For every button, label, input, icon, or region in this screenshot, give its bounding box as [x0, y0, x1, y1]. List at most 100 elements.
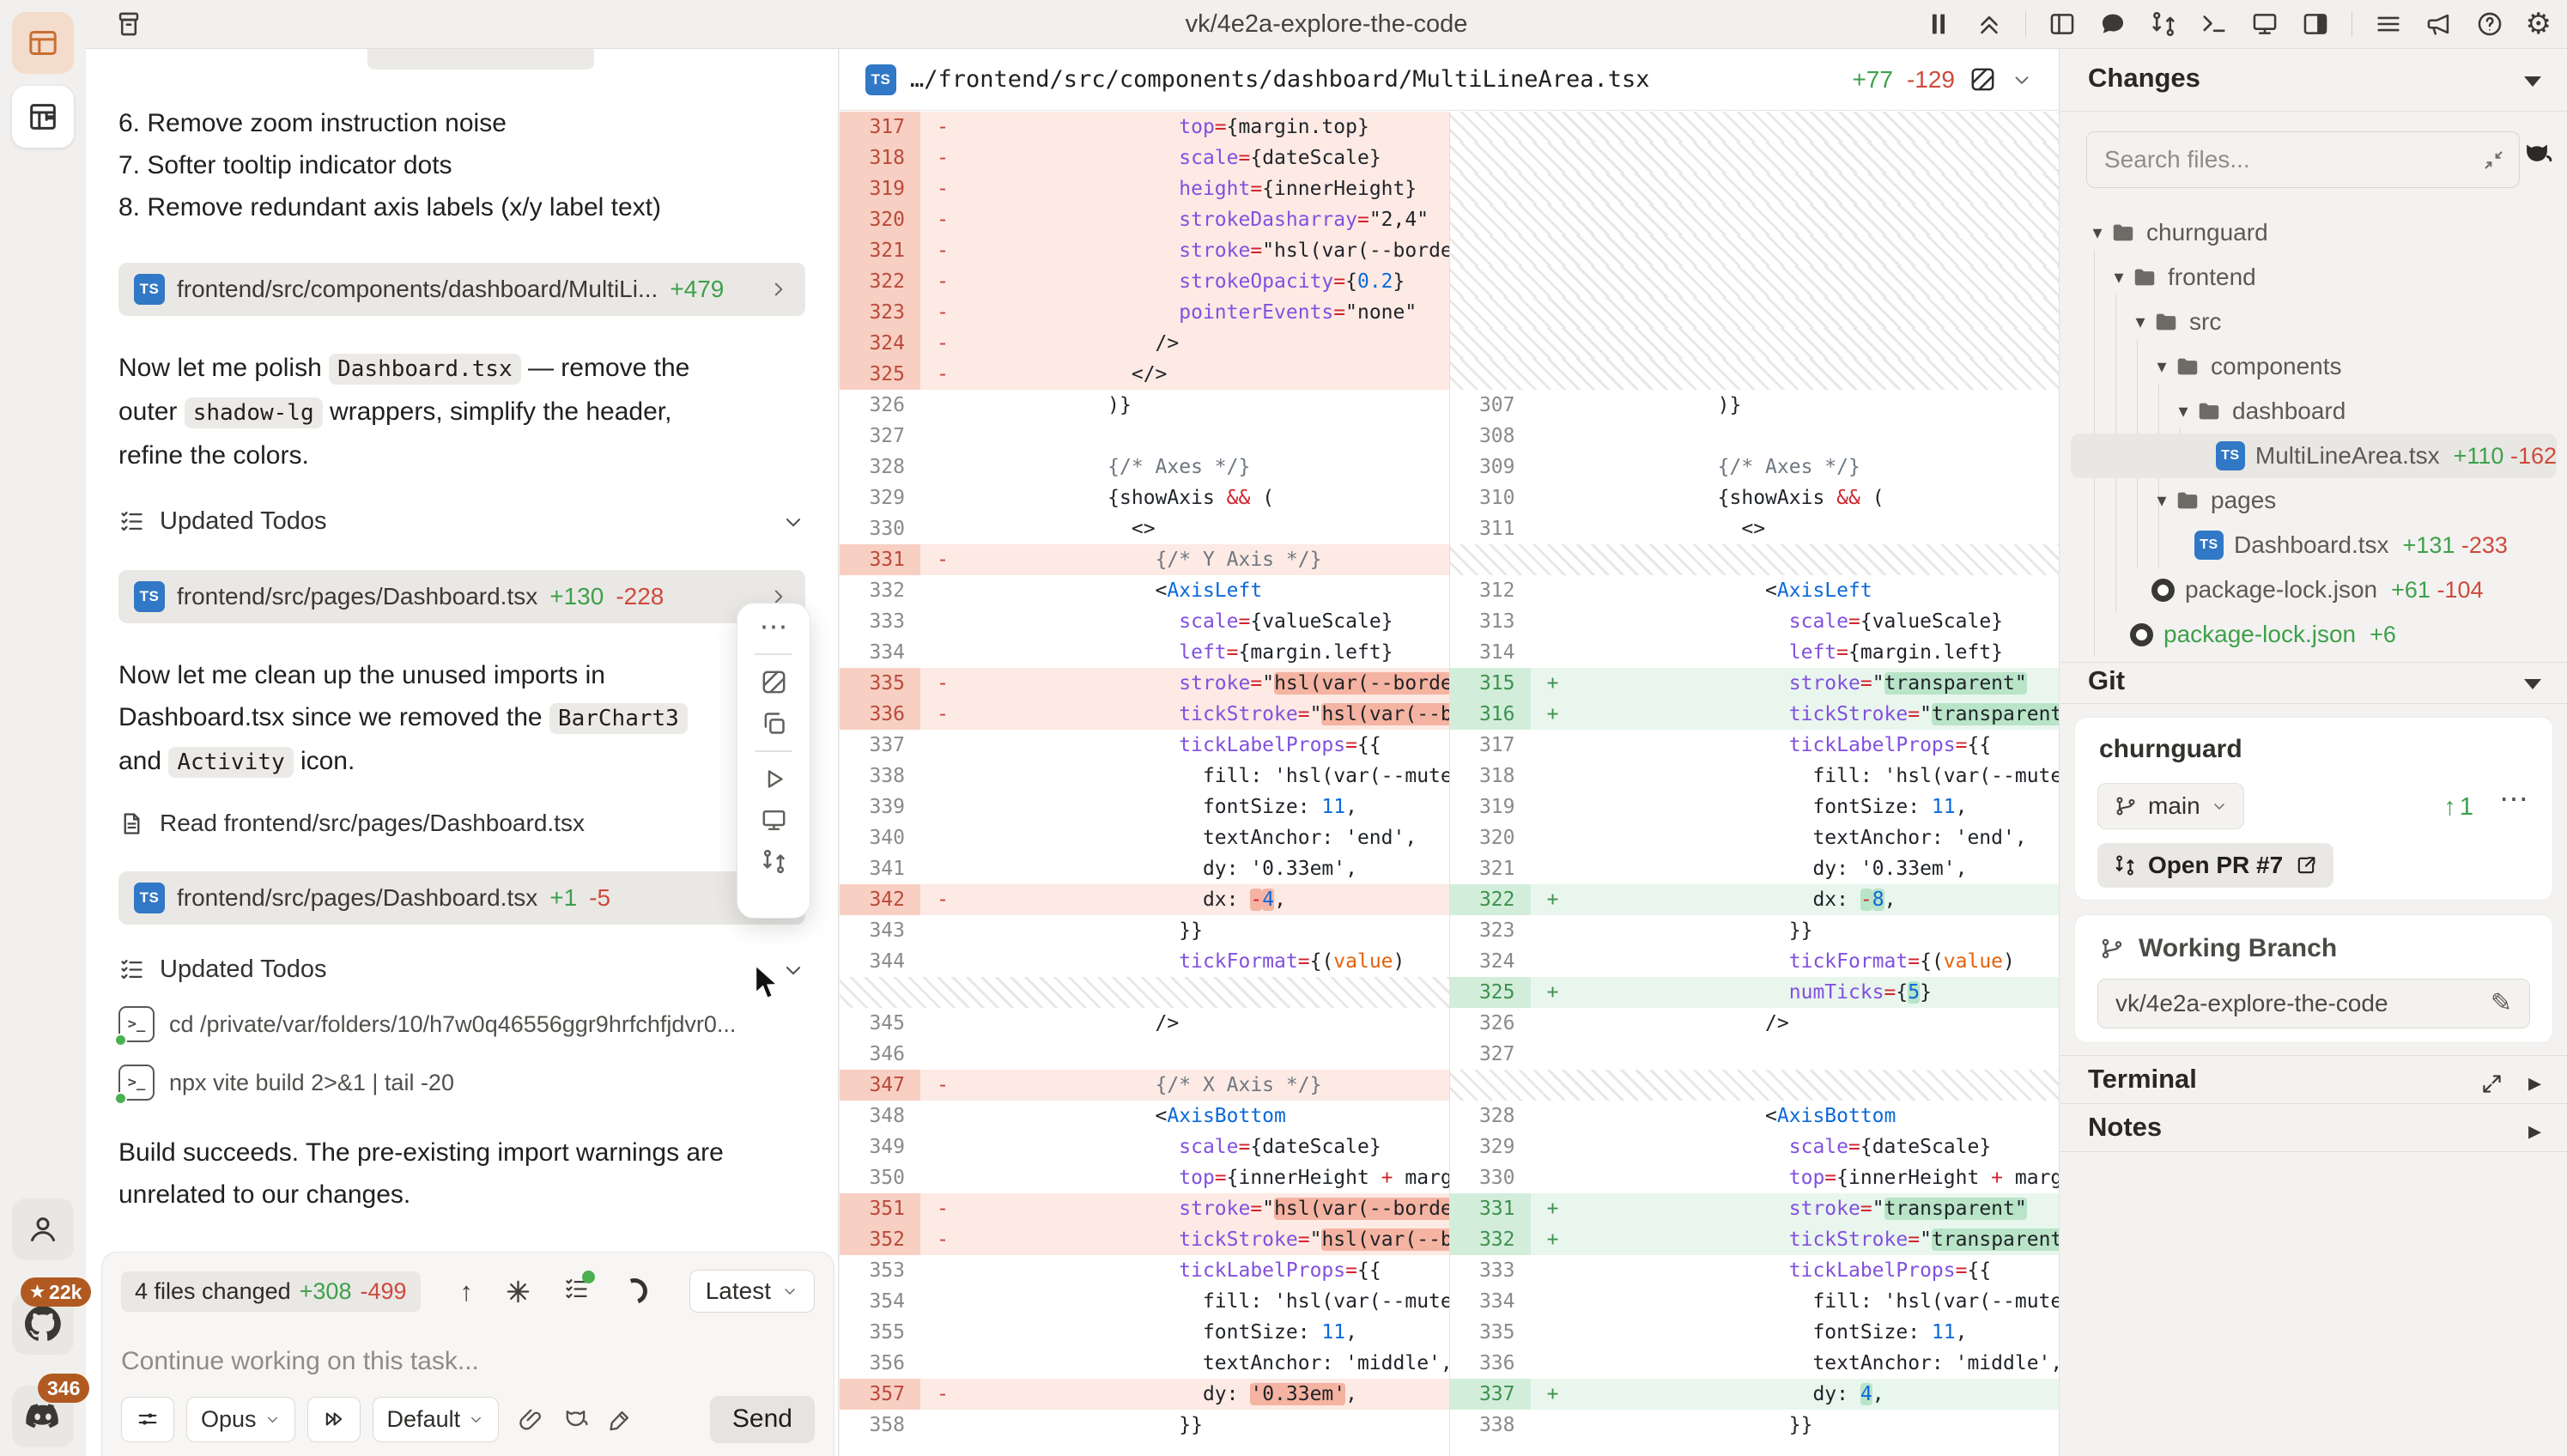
image-diff-icon[interactable] [760, 668, 788, 696]
pen-icon[interactable] [607, 1406, 634, 1433]
kanban-view-button[interactable] [12, 86, 74, 148]
changes-section-header[interactable]: Changes [2088, 63, 2200, 94]
panel-left-icon[interactable] [2048, 9, 2077, 39]
monitor-icon[interactable] [2250, 9, 2279, 39]
diff-marker [1531, 853, 1575, 884]
todos-collapsible-row[interactable]: Updated Todos [118, 507, 805, 536]
account-button[interactable] [12, 1198, 74, 1260]
chevrons-up-icon[interactable] [1975, 9, 2004, 39]
package-icon [2130, 623, 2153, 646]
fast-forward-button[interactable] [307, 1397, 361, 1442]
message-line: unrelated to our changes. [118, 1174, 805, 1216]
branch-dropdown[interactable]: main [2097, 783, 2244, 829]
tree-folder-row[interactable]: ▾churnguard [2071, 210, 2557, 255]
help-circle-icon[interactable] [2475, 9, 2504, 39]
collapse-triangle-icon[interactable] [2524, 76, 2541, 87]
line-number: 328 [1450, 1101, 1531, 1131]
terminal-prompt-icon[interactable] [2200, 9, 2229, 39]
scroll-up-icon[interactable]: ↑ [460, 1278, 474, 1305]
tree-file-row[interactable]: package-lock.json+61 -104 [2071, 567, 2557, 612]
tree-file-row[interactable]: TSMultiLineArea.tsx+110 -162 [2071, 434, 2557, 478]
pause-icon[interactable] [1924, 9, 1953, 39]
diff-code-row: 338 }} [1450, 1410, 2060, 1441]
triangle-right-icon[interactable]: ▸ [2528, 1119, 2541, 1144]
diff-additions: +77 [1852, 66, 1893, 94]
message-line: and Activity icon. [118, 740, 805, 784]
tree-folder-row[interactable]: ▾pages [2071, 478, 2557, 523]
collapse-triangle-icon[interactable] [2524, 679, 2541, 689]
git-compare-icon[interactable] [760, 847, 788, 876]
model-dropdown[interactable]: Opus [186, 1397, 295, 1442]
code-text: {showAxis && ( [965, 482, 1449, 513]
notes-section-header[interactable]: Notes [2088, 1112, 2162, 1143]
git-compare-icon[interactable] [2149, 9, 2178, 39]
more-options-icon[interactable]: ⋯ [2499, 785, 2528, 814]
megaphone-icon[interactable] [2424, 9, 2454, 39]
attach-icon[interactable] [518, 1406, 544, 1433]
settings-sliders-button[interactable] [121, 1397, 174, 1442]
code-text: tickFormat={(value) [965, 946, 1449, 977]
commits-ahead[interactable]: ↑1 [2443, 793, 2473, 822]
menu-icon[interactable] [2374, 9, 2403, 39]
working-branch-field[interactable]: vk/4e2a-explore-the-code ✎ [2097, 979, 2530, 1028]
open-pr-button[interactable]: Open PR #7 [2097, 843, 2333, 888]
file-chip[interactable]: TSfrontend/src/pages/Dashboard.tsx+130-2… [118, 570, 805, 623]
tree-folder-row[interactable]: ▾frontend [2071, 255, 2557, 300]
files-changed-chip[interactable]: 4 files changed +308 -499 [121, 1271, 421, 1312]
play-icon[interactable] [760, 765, 788, 793]
tree-folder-row[interactable]: ▾components [2071, 344, 2557, 389]
code-text: top={innerHeight + margin.top} [1575, 1162, 2060, 1193]
tree-folder-row[interactable]: ▾src [2071, 300, 2557, 344]
diff-marker: - [920, 143, 965, 173]
layout-view-button[interactable] [12, 12, 74, 74]
file-chip-name: frontend/src/pages/Dashboard.tsx [177, 583, 537, 610]
mode-dropdown[interactable]: Default [373, 1397, 500, 1442]
terminal-command-row[interactable]: >_npx vite build 2>&1 | tail -20 [118, 1065, 805, 1101]
mouse-cursor [752, 963, 786, 1001]
tree-file-row[interactable]: package-lock.json+6 [2071, 612, 2557, 657]
cat-icon[interactable] [562, 1406, 589, 1433]
file-chip[interactable]: TSfrontend/src/components/dashboard/Mult… [118, 263, 805, 316]
latest-dropdown[interactable]: Latest [689, 1270, 815, 1313]
chevron-down-icon[interactable] [2011, 69, 2033, 91]
terminal-section-header[interactable]: Terminal [2088, 1064, 2197, 1095]
edit-pencil-icon[interactable]: ✎ [2491, 991, 2512, 1016]
tree-folder-row[interactable]: ▾dashboard [2071, 389, 2557, 434]
todos-status-button[interactable] [563, 1276, 590, 1307]
copy-icon[interactable] [760, 709, 788, 737]
cat-icon[interactable] [2521, 138, 2553, 171]
git-section-header[interactable]: Git [2088, 665, 2125, 696]
triangle-right-icon[interactable]: ▸ [2528, 1071, 2541, 1096]
file-chip-name: frontend/src/components/dashboard/MultiL… [177, 276, 658, 303]
tree-file-row[interactable]: TSDashboard.tsx+131 -233 [2071, 523, 2557, 567]
code-text: tickLabelProps={{ [965, 730, 1449, 761]
dots-icon[interactable]: ⋯ [760, 612, 788, 640]
search-files-input[interactable] [2087, 146, 2482, 173]
todos-collapsible-row[interactable]: Updated Todos [118, 956, 805, 984]
diff-marker [1531, 1255, 1575, 1286]
message-input[interactable] [121, 1342, 815, 1381]
caret-down-icon: ▾ [2172, 400, 2194, 422]
collapse-tree-icon[interactable] [2482, 149, 2505, 172]
diff-file-header[interactable]: TS …/frontend/src/components/dashboard/M… [840, 49, 2059, 111]
diff-code-row: 333 tickLabelProps={{ [1450, 1255, 2060, 1286]
line-number: 326 [840, 390, 920, 421]
terminal-command-row[interactable]: >_cd /private/var/folders/10/h7w0q46556g… [118, 1006, 805, 1042]
code-text: <> [1575, 513, 2060, 544]
chat-bubble-icon[interactable] [2098, 9, 2127, 39]
burst-icon[interactable] [505, 1278, 531, 1305]
gear-icon[interactable]: ⚙ [2526, 9, 2552, 39]
expand-icon[interactable] [2479, 1071, 2504, 1096]
diff-code-row: 319- height={innerHeight} [840, 173, 1449, 204]
send-button[interactable]: Send [710, 1396, 815, 1443]
read-file-row[interactable]: Read frontend/src/pages/Dashboard.tsx [118, 810, 805, 837]
diff-code-row: 321- stroke="hsl(var(--border))" [840, 235, 1449, 266]
image-diff-icon[interactable] [1969, 65, 1997, 94]
folder-icon [2153, 309, 2179, 335]
file-chip[interactable]: TSfrontend/src/pages/Dashboard.tsx+1-5 [118, 871, 805, 925]
panel-right-icon[interactable] [2301, 9, 2330, 39]
monitor-icon[interactable] [760, 806, 788, 834]
code-text: scale={dateScale} [965, 143, 1449, 173]
diff-code-row: 345 /> [840, 1008, 1449, 1039]
chat-panel: 6. Remove zoom instruction noise7. Softe… [86, 49, 839, 1456]
